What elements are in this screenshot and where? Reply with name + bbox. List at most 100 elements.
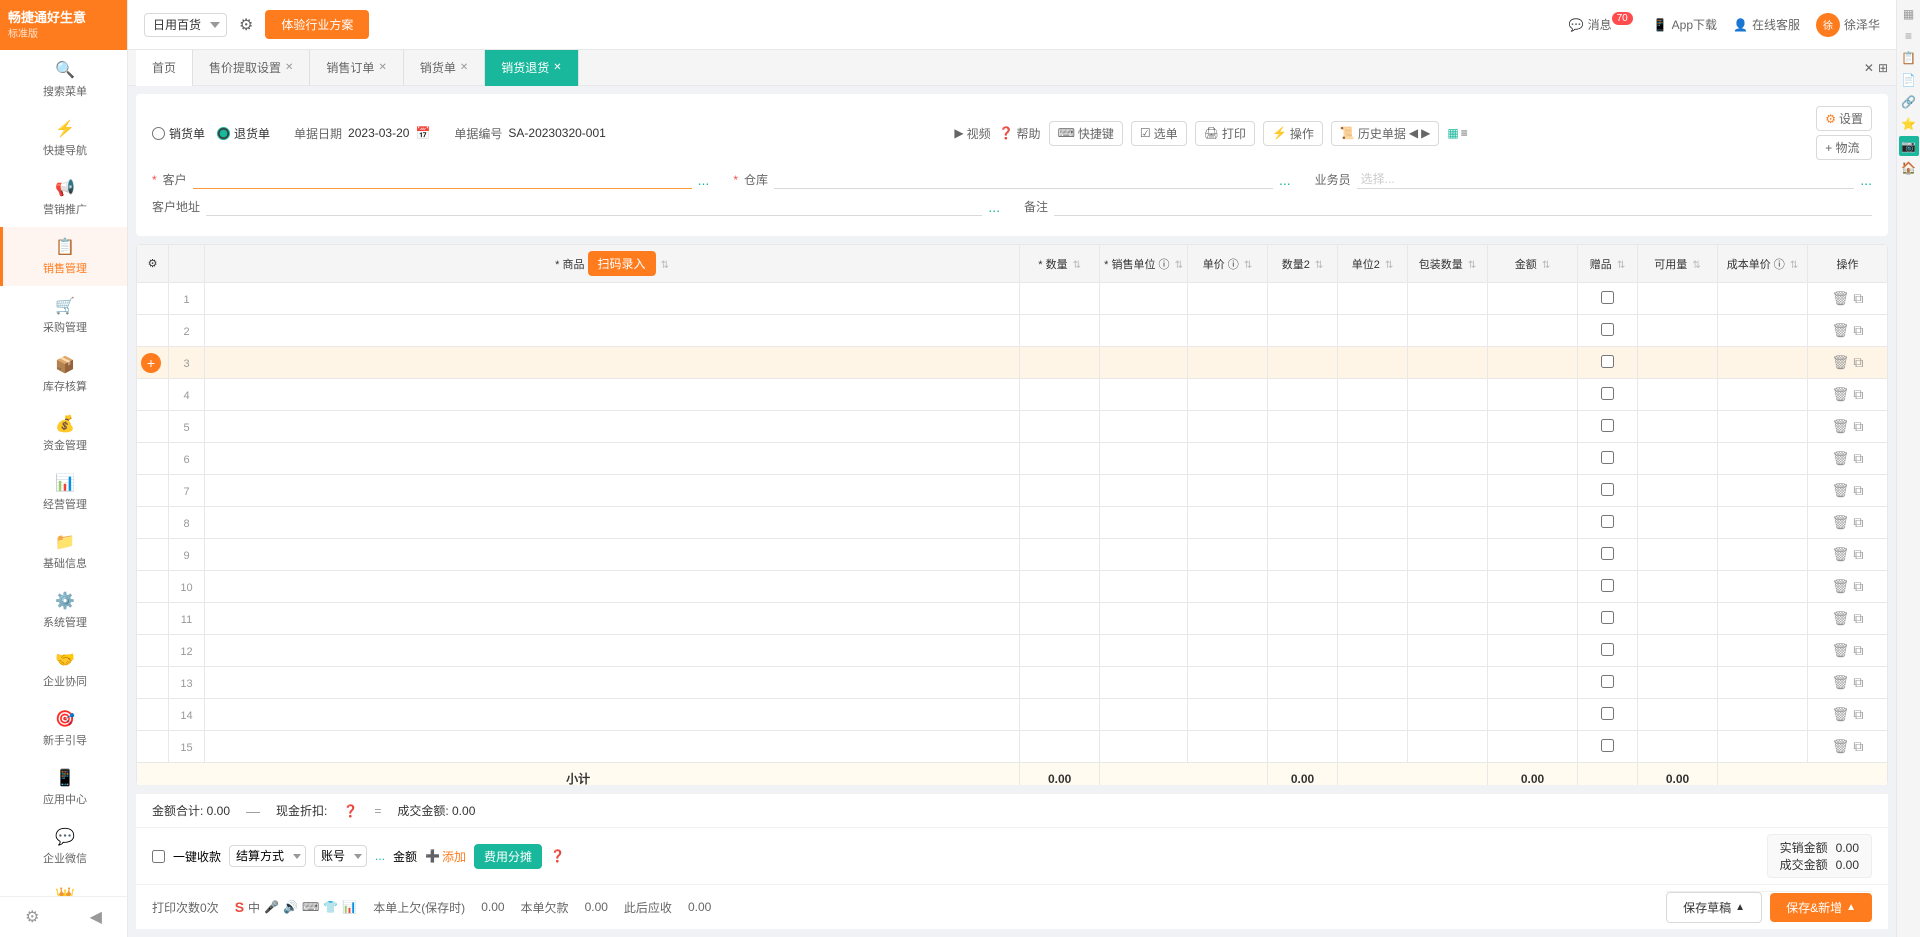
row-avail-8[interactable] [1638, 507, 1718, 539]
row-unit-15[interactable] [1100, 731, 1188, 763]
address-input[interactable] [206, 197, 982, 216]
print-btn[interactable]: 🖨 打印 [1195, 121, 1255, 146]
cost-sort-icon[interactable]: ⇅ [1790, 260, 1798, 271]
row-avail-2[interactable] [1638, 315, 1718, 347]
topbar-settings-icon[interactable]: ⚙ [239, 15, 253, 35]
gift-checkbox-8[interactable] [1601, 515, 1614, 528]
copy-btn-14[interactable]: ⧉ [1853, 706, 1863, 723]
customer-dots[interactable]: ... [698, 172, 710, 188]
sidebar-item-basic[interactable]: 📁 基础信息 [0, 522, 127, 581]
row-qty-3[interactable] [1020, 347, 1100, 379]
sidebar-item-marketing[interactable]: 📢 营销推广 [0, 168, 127, 227]
logistics-button[interactable]: + 物流 [1816, 135, 1872, 160]
save-draft-button[interactable]: 保存草稿 ▲ [1666, 892, 1762, 923]
rt-btn-5[interactable]: 🔗 [1899, 92, 1919, 112]
unit-sort-icon[interactable]: ⇅ [1175, 260, 1183, 271]
shortcut-btn[interactable]: ⌨ 快捷键 [1049, 121, 1123, 146]
row-cost-7[interactable] [1718, 475, 1808, 507]
row-product-5[interactable] [205, 411, 1020, 443]
add-row-button[interactable]: + [141, 353, 161, 373]
delete-btn-6[interactable]: 🗑 [1832, 450, 1850, 467]
rt-btn-2[interactable]: ≡ [1899, 26, 1919, 46]
row-cost-1[interactable] [1718, 283, 1808, 315]
row-cost-13[interactable] [1718, 667, 1808, 699]
row-unit-8[interactable] [1100, 507, 1188, 539]
operate-btn[interactable]: ⚡ 操作 [1263, 121, 1323, 146]
row-unit2-3[interactable] [1338, 347, 1408, 379]
row-unit-1[interactable] [1100, 283, 1188, 315]
rt-btn-1[interactable]: ▦ [1899, 4, 1919, 24]
row-qty2-13[interactable] [1268, 667, 1338, 699]
row-gift-3[interactable] [1578, 347, 1638, 379]
row-price-1[interactable] [1188, 283, 1268, 315]
delete-btn-7[interactable]: 🗑 [1832, 482, 1850, 499]
gift-sort-icon[interactable]: ⇅ [1617, 260, 1625, 271]
row-unit-4[interactable] [1100, 379, 1188, 411]
row-gift-12[interactable] [1578, 635, 1638, 667]
salesperson-dots[interactable]: ... [1860, 172, 1872, 188]
row-qty2-9[interactable] [1268, 539, 1338, 571]
row-unit-12[interactable] [1100, 635, 1188, 667]
row-cost-11[interactable] [1718, 603, 1808, 635]
delete-btn-11[interactable]: 🗑 [1832, 610, 1850, 627]
tab-price-close[interactable]: ✕ [285, 62, 293, 73]
delete-btn-9[interactable]: 🗑 [1832, 546, 1850, 563]
row-qty-10[interactable] [1020, 571, 1100, 603]
history-prev-icon[interactable]: ◀ [1409, 126, 1418, 140]
industry-select[interactable]: 日用百货 [144, 13, 227, 37]
row-price-2[interactable] [1188, 315, 1268, 347]
expense-split-button[interactable]: 费用分摊 [474, 844, 542, 869]
rt-btn-6[interactable]: ⭐ [1899, 114, 1919, 134]
tab-sales-close[interactable]: ✕ [460, 62, 468, 73]
settings-bottom-icon[interactable]: ⚙ [25, 907, 39, 927]
row-amount-4[interactable] [1488, 379, 1578, 411]
help-btn[interactable]: ❓ 帮助 [999, 125, 1041, 142]
history-next-icon[interactable]: ▶ [1421, 126, 1430, 140]
row-price-14[interactable] [1188, 699, 1268, 731]
copy-btn-3[interactable]: ⧉ [1853, 354, 1863, 371]
row-gift-15[interactable] [1578, 731, 1638, 763]
delete-btn-2[interactable]: 🗑 [1832, 322, 1850, 339]
row-qty2-12[interactable] [1268, 635, 1338, 667]
row-cost-5[interactable] [1718, 411, 1808, 443]
amount-sort-icon[interactable]: ⇅ [1542, 260, 1550, 271]
row-amount-3[interactable] [1488, 347, 1578, 379]
warehouse-dots[interactable]: ... [1279, 172, 1291, 188]
row-pack-9[interactable] [1408, 539, 1488, 571]
delete-btn-12[interactable]: 🗑 [1832, 642, 1850, 659]
row-gift-4[interactable] [1578, 379, 1638, 411]
sidebar-item-inventory[interactable]: 📦 库存核算 [0, 345, 127, 404]
row-price-7[interactable] [1188, 475, 1268, 507]
row-cost-9[interactable] [1718, 539, 1808, 571]
row-avail-4[interactable] [1638, 379, 1718, 411]
row-gift-2[interactable] [1578, 315, 1638, 347]
row-gift-11[interactable] [1578, 603, 1638, 635]
sidebar-item-system[interactable]: ⚙️ 系统管理 [0, 581, 127, 640]
row-price-5[interactable] [1188, 411, 1268, 443]
row-unit2-11[interactable] [1338, 603, 1408, 635]
row-price-9[interactable] [1188, 539, 1268, 571]
row-avail-12[interactable] [1638, 635, 1718, 667]
row-avail-10[interactable] [1638, 571, 1718, 603]
sidebar-item-wechat[interactable]: 💬 企业微信 [0, 817, 127, 876]
experience-button[interactable]: 体验行业方案 [265, 10, 369, 39]
video-btn[interactable]: ▶ 视频 [954, 125, 990, 142]
row-avail-5[interactable] [1638, 411, 1718, 443]
gift-checkbox-15[interactable] [1601, 739, 1614, 752]
radio-return[interactable]: 退货单 [217, 125, 270, 142]
row-product-15[interactable] [205, 731, 1020, 763]
sidebar-item-search[interactable]: 🔍 搜索菜单 [0, 50, 127, 109]
delete-btn-10[interactable]: 🗑 [1832, 578, 1850, 595]
row-gift-1[interactable] [1578, 283, 1638, 315]
gift-checkbox-4[interactable] [1601, 387, 1614, 400]
online-service-button[interactable]: 👤 在线客服 [1733, 16, 1800, 33]
tab-sales-return-close[interactable]: ✕ [553, 62, 561, 73]
copy-btn-9[interactable]: ⧉ [1853, 546, 1863, 563]
row-amount-12[interactable] [1488, 635, 1578, 667]
tab-sales[interactable]: 销货单 ✕ [404, 50, 485, 86]
row-unit-6[interactable] [1100, 443, 1188, 475]
row-cost-10[interactable] [1718, 571, 1808, 603]
row-qty2-8[interactable] [1268, 507, 1338, 539]
row-pack-11[interactable] [1408, 603, 1488, 635]
row-unit2-6[interactable] [1338, 443, 1408, 475]
